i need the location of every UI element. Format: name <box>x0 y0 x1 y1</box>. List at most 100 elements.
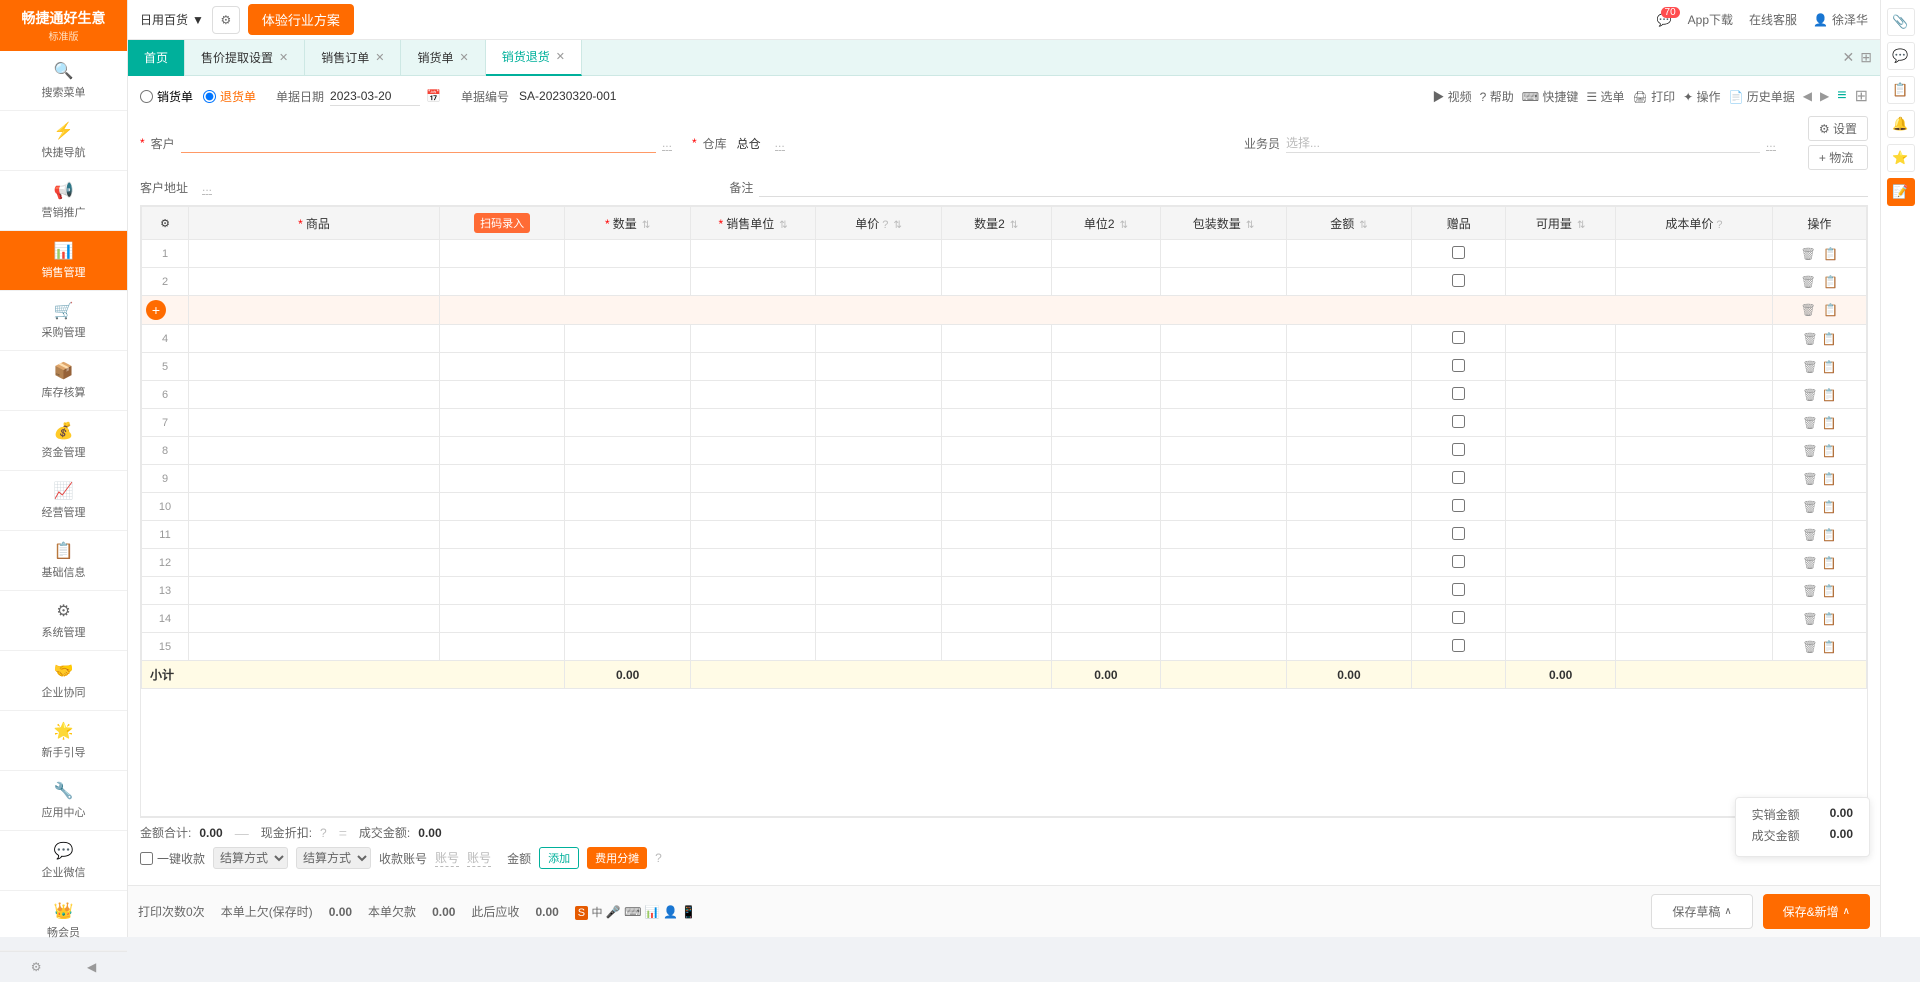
sidebar-item-basic[interactable]: 📋 基础信息 <box>0 531 127 591</box>
amount-cell-2[interactable] <box>1286 268 1411 296</box>
ime-zh-icon[interactable]: 中 <box>591 907 602 919</box>
copy-icon-12[interactable]: 📋 <box>1822 556 1837 570</box>
delete-icon-9[interactable]: 🗑 <box>1802 472 1817 486</box>
gift-checkbox-11[interactable] <box>1452 527 1465 540</box>
add-row-button[interactable]: + <box>146 300 166 320</box>
delete-icon-6[interactable]: 🗑 <box>1802 388 1817 402</box>
gift-cell-2[interactable] <box>1412 268 1506 296</box>
right-panel-btn-2[interactable]: 💬 <box>1887 42 1915 70</box>
customer-addr-link[interactable]: ... <box>202 180 212 195</box>
copy-icon-3[interactable]: 📋 <box>1823 303 1838 317</box>
copy-icon-14[interactable]: 📋 <box>1822 612 1837 626</box>
select-btn[interactable]: ☰ 选单 <box>1586 88 1624 105</box>
menu-selector[interactable]: 日用百货 ▼ <box>140 11 204 28</box>
tab-expand-icon[interactable]: ⊞ <box>1860 49 1872 66</box>
prev-record-icon[interactable]: ◀ <box>1803 89 1812 103</box>
sidebar-settings-icon[interactable]: ⚙ <box>31 960 42 974</box>
delete-icon-5[interactable]: 🗑 <box>1802 360 1817 374</box>
tab-home[interactable]: 首页 <box>128 40 185 76</box>
fee-split-button[interactable]: 费用分摊 <box>587 847 647 869</box>
gift-checkbox-10[interactable] <box>1452 499 1465 512</box>
gift-checkbox-13[interactable] <box>1452 583 1465 596</box>
tab-sales-order-close[interactable]: ✕ <box>375 51 384 64</box>
list-view-icon[interactable]: ≡ <box>1837 87 1846 105</box>
gift-checkbox-2[interactable] <box>1452 274 1465 287</box>
unit-price-help-icon[interactable]: ? <box>882 219 888 231</box>
print-btn[interactable]: 🖨 打印 <box>1632 88 1675 105</box>
quantity-cell-1[interactable] <box>565 240 690 268</box>
tab-close-all-icon[interactable]: ✕ <box>1843 49 1855 66</box>
right-panel-btn-5[interactable]: ⭐ <box>1887 144 1915 172</box>
sidebar-item-finance[interactable]: 💰 资金管理 <box>0 411 127 471</box>
package-qty-cell-1[interactable] <box>1161 240 1286 268</box>
sales-unit-cell-1[interactable] <box>690 240 815 268</box>
sidebar-item-wechat[interactable]: 💬 企业微信 <box>0 831 127 891</box>
save-new-button[interactable]: 保存&新增 ∧ <box>1763 894 1870 929</box>
quantity-cell-2[interactable] <box>565 268 690 296</box>
copy-icon-10[interactable]: 📋 <box>1822 500 1837 514</box>
add-fee-button[interactable]: 添加 <box>539 847 579 869</box>
delete-icon-4[interactable]: 🗑 <box>1802 332 1817 346</box>
gift-cell-1[interactable] <box>1412 240 1506 268</box>
sidebar-item-sales[interactable]: 📊 销售管理 <box>0 231 127 291</box>
radio-sale-label[interactable]: 销货单 <box>140 88 193 105</box>
copy-icon-2[interactable]: 📋 <box>1823 275 1838 289</box>
phone-icon[interactable]: 📱 <box>681 905 696 919</box>
operation-btn[interactable]: ✦ 操作 <box>1683 88 1720 105</box>
history-btn[interactable]: 📄 历史单据 <box>1728 88 1794 105</box>
unit2-cell-2[interactable] <box>1051 268 1161 296</box>
amount-cell-1[interactable] <box>1286 240 1411 268</box>
copy-icon-15[interactable]: 📋 <box>1822 640 1837 654</box>
product-input-3[interactable] <box>193 303 435 317</box>
delete-icon-2[interactable]: 🗑 <box>1801 275 1816 289</box>
copy-icon-7[interactable]: 📋 <box>1822 416 1837 430</box>
sidebar-item-guide[interactable]: 🌟 新手引导 <box>0 711 127 771</box>
amount-sort-icon[interactable]: ⇅ <box>1359 220 1367 231</box>
warehouse-select-link[interactable]: ... <box>775 136 785 151</box>
account-extra-link[interactable]: 账号 <box>467 849 491 867</box>
unit-price-cell-1[interactable] <box>816 240 941 268</box>
account-select-link[interactable]: 账号 <box>435 849 459 867</box>
gift-checkbox-6[interactable] <box>1452 387 1465 400</box>
user-info[interactable]: 👤 徐泽华 <box>1813 11 1868 28</box>
customer-select-link[interactable]: ... <box>662 136 672 151</box>
right-panel-btn-1[interactable]: 📎 <box>1887 8 1915 36</box>
sidebar-item-system[interactable]: ⚙ 系统管理 <box>0 591 127 651</box>
trial-button[interactable]: 体验行业方案 <box>248 4 354 35</box>
detail-view-icon[interactable]: ⊞ <box>1855 86 1868 106</box>
delete-icon-11[interactable]: 🗑 <box>1802 528 1817 542</box>
person-icon[interactable]: 👤 <box>663 905 678 919</box>
product-cell-1[interactable] <box>189 240 440 268</box>
col-gear[interactable]: ⚙ <box>142 207 189 240</box>
sidebar-item-marketing[interactable]: 📢 营销推广 <box>0 171 127 231</box>
gift-checkbox-4[interactable] <box>1452 331 1465 344</box>
video-btn[interactable]: ▶ 视频 <box>1432 88 1471 105</box>
tab-sales[interactable]: 销货单 ✕ <box>401 40 485 76</box>
unit2-cell-1[interactable] <box>1051 240 1161 268</box>
remark-input[interactable] <box>759 178 1868 197</box>
fee-help-icon[interactable]: ? <box>655 851 662 865</box>
calc-method-select[interactable]: 结算方式 <box>296 847 371 869</box>
sidebar-item-shortcut[interactable]: ⚡ 快捷导航 <box>0 111 127 171</box>
gift-checkbox-7[interactable] <box>1452 415 1465 428</box>
date-input[interactable] <box>330 87 420 106</box>
keyboard-icon[interactable]: ⌨ <box>624 905 641 919</box>
salesperson-input[interactable] <box>1286 134 1760 153</box>
quantity-sort-icon[interactable]: ⇅ <box>642 220 650 231</box>
copy-icon-13[interactable]: 📋 <box>1822 584 1837 598</box>
tab-price-setting[interactable]: 售价提取设置 ✕ <box>185 40 305 76</box>
right-panel-btn-4[interactable]: 🔔 <box>1887 110 1915 138</box>
copy-icon-6[interactable]: 📋 <box>1822 388 1837 402</box>
delete-icon-7[interactable]: 🗑 <box>1802 416 1817 430</box>
save-draft-button[interactable]: 保存草稿 ∧ <box>1651 894 1752 929</box>
app-download-link[interactable]: App下载 <box>1688 11 1733 28</box>
sidebar-item-inventory[interactable]: 📦 库存核算 <box>0 351 127 411</box>
settings-button[interactable]: ⚙ 设置 <box>1808 116 1868 141</box>
shortcut-btn[interactable]: ⌨ 快捷键 <box>1522 88 1579 105</box>
topbar-settings-button[interactable]: ⚙ <box>212 6 240 34</box>
copy-icon-11[interactable]: 📋 <box>1822 528 1837 542</box>
delete-icon-8[interactable]: 🗑 <box>1802 444 1817 458</box>
radio-return-label[interactable]: 退货单 <box>203 88 256 105</box>
gift-checkbox-14[interactable] <box>1452 611 1465 624</box>
chart-icon[interactable]: 📊 <box>645 905 660 919</box>
